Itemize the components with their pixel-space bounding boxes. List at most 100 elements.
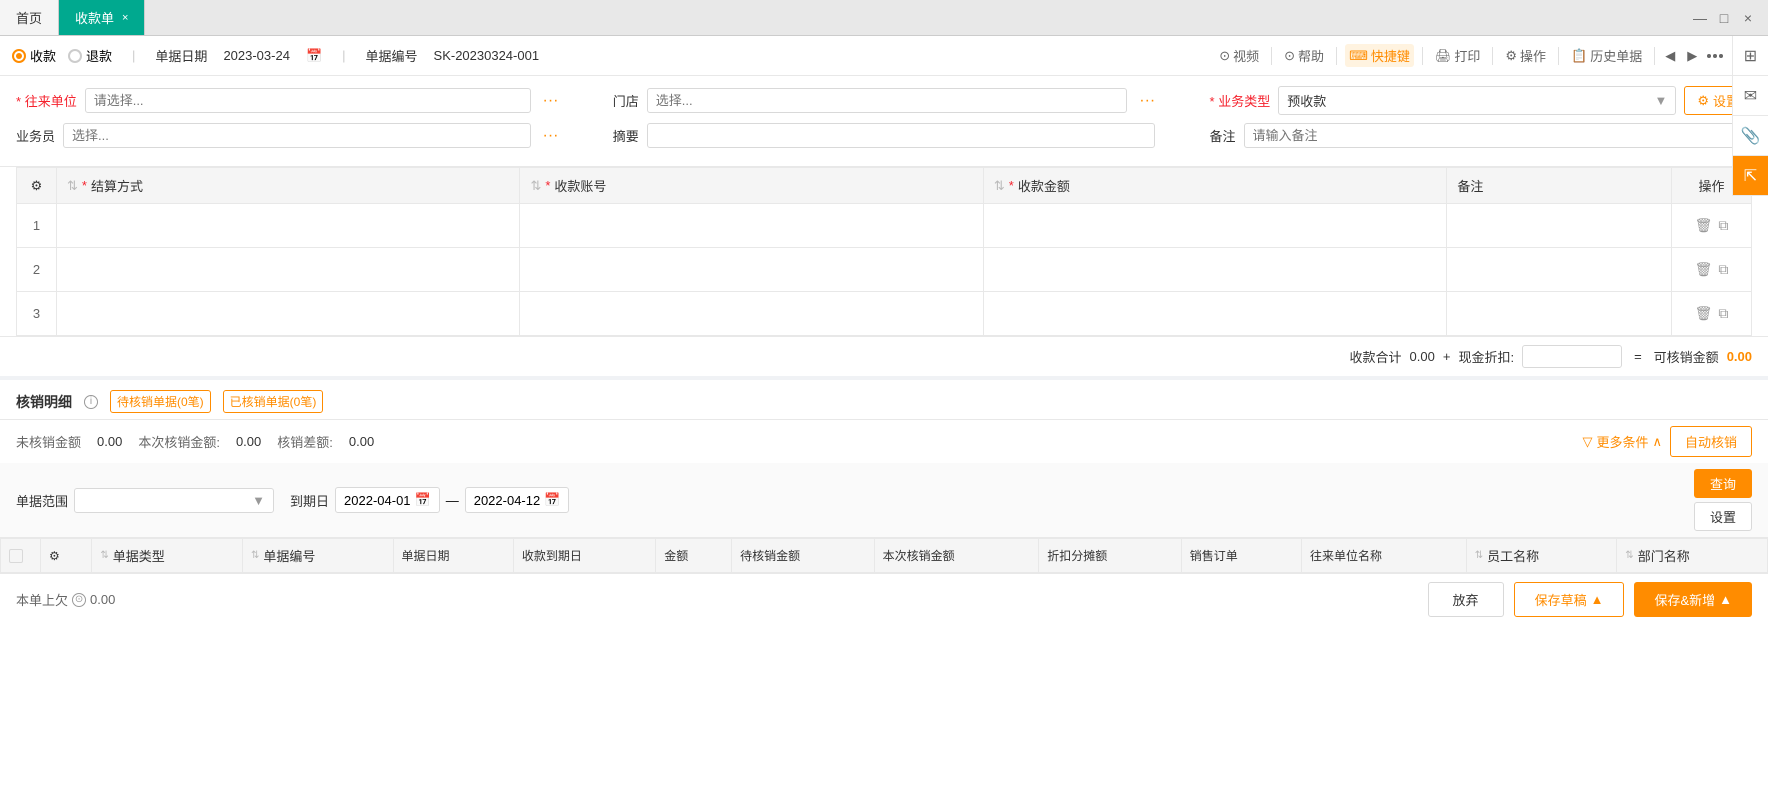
auto-writeoff-button[interactable]: 自动核销 [1670,426,1752,457]
minimize-button[interactable]: — [1692,10,1708,26]
radio-refund[interactable]: 退款 [68,46,112,65]
save-draft-label: 保存草稿 [1535,590,1587,609]
date-from-input[interactable]: 2022-04-01 📅 [335,487,440,513]
calendar-icon[interactable]: 📅 [306,48,322,64]
unverified-value: 0.00 [97,434,122,449]
sidebar-table-icon[interactable]: ⊞ [1733,36,1768,76]
calendar-from-icon[interactable]: 📅 [415,492,431,508]
doc-type-sort[interactable]: ⇅ [100,550,108,561]
table-settings-icon[interactable]: ⚙ [31,178,43,193]
action-icon: ⚙ [1505,48,1517,64]
maximize-button[interactable]: □ [1716,10,1732,26]
info-circle-icon[interactable]: ⊙ [72,593,86,607]
date-to-input[interactable]: 2022-04-12 📅 [465,487,570,513]
save-new-button[interactable]: 保存&新增 ▲ [1634,582,1752,617]
row-1-account[interactable] [520,204,983,248]
writeoff-stats: 未核销金额 0.00 本次核销金额: 0.00 核销差额: 0.00 ▽ 更多条… [0,420,1768,463]
select-all-checkbox[interactable] [9,549,23,563]
row-1-num: 1 [17,204,57,248]
help-button[interactable]: ⊙ 帮助 [1280,44,1328,67]
shortcut-button[interactable]: ⌨ 快捷键 [1345,44,1414,67]
amount-sort-icon[interactable]: ⇅ [994,178,1005,194]
done-tab-link[interactable]: 已核销单据(0笔) [223,390,324,413]
date-separator: — [446,493,459,508]
save-new-arrow: ▲ [1719,592,1732,607]
row-3-settlement[interactable] [57,292,520,336]
filter-settings-button[interactable]: 设置 [1694,502,1752,531]
abandon-button[interactable]: 放弃 [1428,582,1504,617]
row-3-copy-icon[interactable]: ⧉ [1718,305,1728,322]
row-3-amount[interactable] [983,292,1446,336]
col-pending-amount: 待核销金额 [732,539,874,573]
row-1-copy-icon[interactable]: ⧉ [1718,217,1728,234]
receipt-table: ⚙ ⇅ * 结算方式 ⇅ * 收款账号 [16,167,1752,336]
bottom-table: ⚙ ⇅ 单据类型 ⇅ 单据编号 [0,538,1768,573]
row-3-delete-icon[interactable]: 🗑 [1695,305,1713,322]
row-2-settlement[interactable] [57,248,520,292]
more-conditions-label: 更多条件 [1596,432,1648,451]
sidebar-attachment-icon[interactable]: 📎 [1733,116,1768,156]
row-2-delete-icon[interactable]: 🗑 [1695,261,1713,278]
row-3-remark[interactable] [1447,292,1672,336]
writeoff-info-icon[interactable]: i [84,395,98,409]
col-settings-bottom[interactable]: ⚙ [41,539,92,573]
print-button[interactable]: 🖨 打印 [1431,44,1485,67]
more-dots[interactable] [1707,54,1723,58]
sidebar-mail-icon[interactable]: ✉ [1733,76,1768,116]
col-doc-date: 单据日期 [393,539,513,573]
total-value: 0.00 [1410,349,1435,364]
shortcut-icon: ⌨ [1349,48,1368,64]
action-button[interactable]: ⚙ 操作 [1501,44,1550,67]
row-2-account[interactable] [520,248,983,292]
employee-sort[interactable]: ⇅ [1475,550,1483,561]
next-arrow[interactable]: ▶ [1685,46,1699,66]
store-more-icon[interactable]: ··· [1139,92,1155,110]
salesman-more-icon[interactable]: ··· [543,127,559,145]
counterparty-more-icon[interactable]: ··· [543,92,559,110]
business-type-select[interactable]: 预收款 ▼ [1278,86,1676,115]
account-sort-icon[interactable]: ⇅ [530,178,541,194]
settlement-sort-icon[interactable]: ⇅ [67,178,78,194]
query-button[interactable]: 查询 [1694,469,1752,498]
store-input[interactable] [647,88,1128,113]
calendar-to-icon[interactable]: 📅 [544,492,560,508]
discount-input[interactable] [1522,345,1622,368]
date-from-value: 2022-04-01 [344,493,411,508]
tab-home[interactable]: 首页 [0,0,59,35]
more-conditions-btn[interactable]: ▽ 更多条件 ∧ [1582,432,1662,451]
row-1-delete-icon[interactable]: 🗑 [1695,217,1713,234]
range-select[interactable]: ▼ [74,488,274,513]
summary-input[interactable] [647,123,1155,148]
row-1-remark[interactable] [1447,204,1672,248]
business-type-arrow: ▼ [1654,93,1667,108]
col-settlement: ⇅ * 结算方式 [57,168,520,204]
row-1-amount[interactable] [983,204,1446,248]
available-label: 可核销金额 [1654,347,1719,366]
save-draft-button[interactable]: 保存草稿 ▲ [1514,582,1625,617]
row-2-copy-icon[interactable]: ⧉ [1718,261,1728,278]
prev-arrow[interactable]: ◀ [1663,46,1677,66]
col-doc-num: ⇅ 单据编号 [242,539,393,573]
col-settings[interactable]: ⚙ [17,168,57,204]
close-window-button[interactable]: × [1740,10,1756,26]
counterparty-input[interactable] [85,88,531,113]
video-button[interactable]: ⊙ 视频 [1215,44,1263,67]
sidebar-expand-icon[interactable]: ⇱ [1733,156,1768,196]
doc-num-sort[interactable]: ⇅ [251,550,259,561]
writeoff-header: 核销明细 i 待核销单据(0笔) 已核销单据(0笔) [0,380,1768,420]
row-3-account[interactable] [520,292,983,336]
row-2-remark[interactable] [1447,248,1672,292]
tab-close-icon[interactable]: × [122,12,128,24]
col-dept: ⇅ 部门名称 [1617,539,1768,573]
pending-tab-link[interactable]: 待核销单据(0笔) [110,390,211,413]
row-2-amount[interactable] [983,248,1446,292]
radio-receipt[interactable]: 收款 [12,46,56,65]
dept-sort[interactable]: ⇅ [1625,550,1633,561]
remark-input[interactable] [1244,123,1752,148]
history-button[interactable]: 📋 历史单据 [1567,44,1646,67]
tab-active[interactable]: 收款单 × [59,0,145,35]
salesman-input[interactable] [63,123,531,148]
row-1-settlement[interactable] [57,204,520,248]
bottom-table-area: ⚙ ⇅ 单据类型 ⇅ 单据编号 [0,538,1768,573]
receipt-type-radio-group: 收款 退款 [12,46,112,65]
